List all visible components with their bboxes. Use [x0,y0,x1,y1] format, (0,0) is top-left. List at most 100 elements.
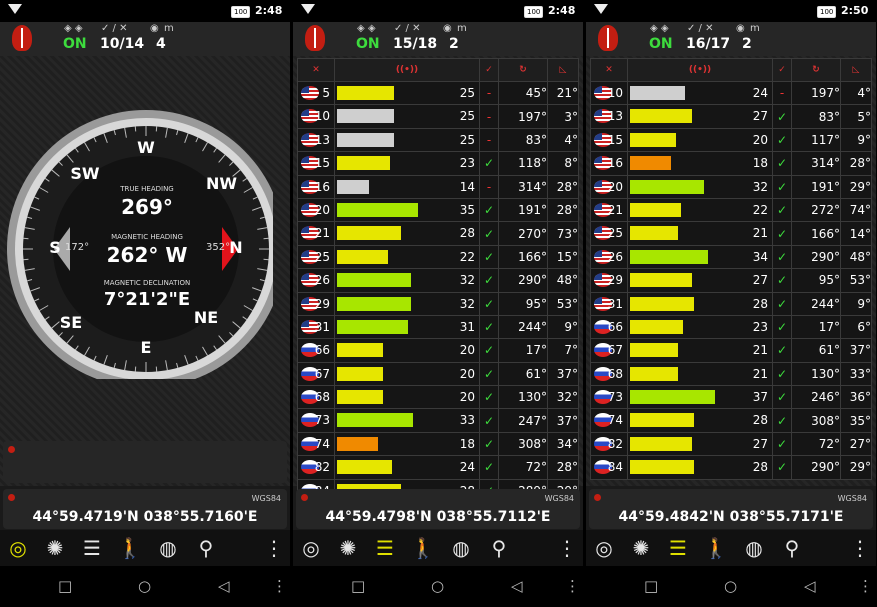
recents-button[interactable]: □ [351,577,365,595]
elevation-icon[interactable]: ◺ [547,58,579,82]
globe-icon[interactable]: ◍ [742,536,766,560]
app-logo-icon[interactable] [598,25,618,51]
radar-icon[interactable]: ✺ [43,536,67,560]
app-logo-icon[interactable] [12,25,32,51]
table-row[interactable]: 25 22 ✓ 166° 15° [297,244,579,270]
globe-icon[interactable]: ◍ [449,536,473,560]
home-button[interactable]: ○ [138,577,151,595]
table-row[interactable]: 67 21 ✓ 61° 37° [590,338,872,363]
satellite-list-icon[interactable]: ☰ [373,536,397,560]
walker-icon[interactable]: 🚶 [118,536,143,560]
used-icon[interactable]: ✓ [772,58,792,82]
compass-icon[interactable]: ◎ [299,536,323,560]
satellite-icon[interactable]: ✕ [297,58,335,82]
recents-button[interactable]: □ [58,577,72,595]
clock: 2:48 [548,4,576,17]
snr-bar [630,86,685,100]
satellite-list-icon[interactable]: ☰ [666,536,690,560]
home-button[interactable]: ○ [724,577,737,595]
table-row[interactable]: 5 25-45° 21° [297,80,579,106]
home-button[interactable]: ○ [431,577,444,595]
coordinates-card[interactable]: WGS84 44°59.4842'N 038°55.7171'E [589,489,873,529]
overflow-button[interactable]: ⋮ [565,577,580,595]
table-row[interactable]: 74 18 ✓ 308° 34° [297,431,579,457]
more-icon[interactable]: ⋮ [262,536,286,560]
back-button[interactable]: ◁ [511,577,523,595]
used-icon[interactable]: ✓ [479,58,499,82]
table-row[interactable]: 82 27 ✓ 72° 27° [590,431,872,457]
table-row[interactable]: 21 28 ✓ 270° 73° [297,221,579,246]
table-row[interactable]: 29 27 ✓ 95° 53° [590,268,872,293]
location-pin-icon[interactable]: ⚲ [487,536,511,560]
flag-cell: 25 [590,221,628,246]
elevation: 7° [547,338,579,363]
table-row[interactable]: 74 28 ✓ 308° 35° [590,408,872,433]
used-mark: ✓ [772,431,792,457]
table-row[interactable]: 73 37 ✓ 246° 36° [590,385,872,410]
coordinates: 44°59.4719'N 038°55.7160'E [32,509,258,525]
walker-icon[interactable]: 🚶 [704,536,729,560]
more-icon[interactable]: ⋮ [848,536,872,560]
table-row[interactable]: 25 21 ✓ 166° 14° [590,221,872,246]
accuracy-unit: m [164,23,174,34]
table-row[interactable]: 26 32 ✓ 290° 48° [297,268,579,293]
table-row[interactable]: 29 32 ✓ 95° 53° [297,291,579,316]
table-row[interactable]: 82 24 ✓ 72° 28° [297,455,579,480]
back-button[interactable]: ◁ [218,577,230,595]
satellite-list-icon[interactable]: ☰ [80,536,104,560]
elevation-icon[interactable]: ◺ [840,58,872,82]
snr-value: 20 [459,343,475,358]
table-row[interactable]: 66 20 ✓ 17° 7° [297,338,579,363]
overflow-button[interactable]: ⋮ [272,577,287,595]
table-row[interactable]: 10 25-197° 3° [297,104,579,129]
table-row[interactable]: 15 20 ✓ 117° 9° [590,127,872,153]
compass-icon[interactable]: ◎ [6,536,30,560]
azimuth-icon[interactable]: ↻ [791,58,841,82]
compass-icon[interactable]: ◎ [592,536,616,560]
coordinates-card[interactable]: WGS84 44°59.4719'N 038°55.7160'E [3,489,287,529]
table-row[interactable]: 26 34 ✓ 290° 48° [590,244,872,270]
table-row[interactable]: 68 20 ✓ 130° 32° [297,385,579,410]
elevation: 73° [547,221,579,246]
location-pin-icon[interactable]: ⚲ [194,536,218,560]
location-pin-icon[interactable]: ⚲ [780,536,804,560]
table-row[interactable]: 13 27 ✓ 83° 5° [590,104,872,129]
notes-card[interactable] [3,441,287,483]
satellite-table: ✕ ((•)) ✓ ↻ ◺ 5 25-45° 21° 10 25-197° 3° 13 25-83° 4°… [297,58,579,504]
table-row[interactable]: 15 23 ✓ 118° 8° [297,151,579,176]
table-row[interactable]: 21 22 ✓ 272° 74° [590,197,872,223]
table-row[interactable]: 16 18 ✓ 314° 28° [590,151,872,176]
snr-value: 24 [752,86,768,100]
table-row[interactable]: 84 28 ✓ 290° 29° [590,455,872,480]
table-row[interactable]: 31 28 ✓ 244° 9° [590,291,872,316]
table-row[interactable]: 67 20 ✓ 61° 37° [297,361,579,387]
azimuth-icon[interactable]: ↻ [498,58,548,82]
signal-icon[interactable]: ((•)) [334,58,480,82]
table-row[interactable]: 10 24-197° 4° [590,80,872,106]
table-row[interactable]: 16 14-314° 28° [297,174,579,199]
table-row[interactable]: 73 33 ✓ 247° 37° [297,408,579,433]
snr-value: 27 [752,436,768,451]
coordinates: 44°59.4842'N 038°55.7171'E [618,509,844,525]
satellite-icon[interactable]: ✕ [590,58,628,82]
overflow-button[interactable]: ⋮ [858,577,873,595]
radar-icon[interactable]: ✺ [629,536,653,560]
more-icon[interactable]: ⋮ [555,536,579,560]
table-row[interactable]: 20 35 ✓ 191° 28° [297,197,579,223]
walker-icon[interactable]: 🚶 [411,536,436,560]
signal-icon[interactable]: ((•)) [627,58,773,82]
radar-icon[interactable]: ✺ [336,536,360,560]
globe-icon[interactable]: ◍ [156,536,180,560]
recents-button[interactable]: □ [644,577,658,595]
table-row[interactable]: 68 21 ✓ 130° 33° [590,361,872,387]
table-row[interactable]: 66 23 ✓ 17° 6° [590,314,872,340]
app-logo-icon[interactable] [305,25,325,51]
table-row[interactable]: 13 25-83° 4° [297,127,579,153]
table-row[interactable]: 31 31 ✓ 244° 9° [297,314,579,340]
table-row[interactable]: 20 32 ✓ 191° 29° [590,174,872,199]
prn: 10 [314,109,330,124]
snr-value: 28 [752,460,768,475]
back-button[interactable]: ◁ [804,577,816,595]
flag-cell: 31 [297,314,335,340]
coordinates-card[interactable]: WGS84 44°59.4798'N 038°55.7112'E [296,489,580,529]
